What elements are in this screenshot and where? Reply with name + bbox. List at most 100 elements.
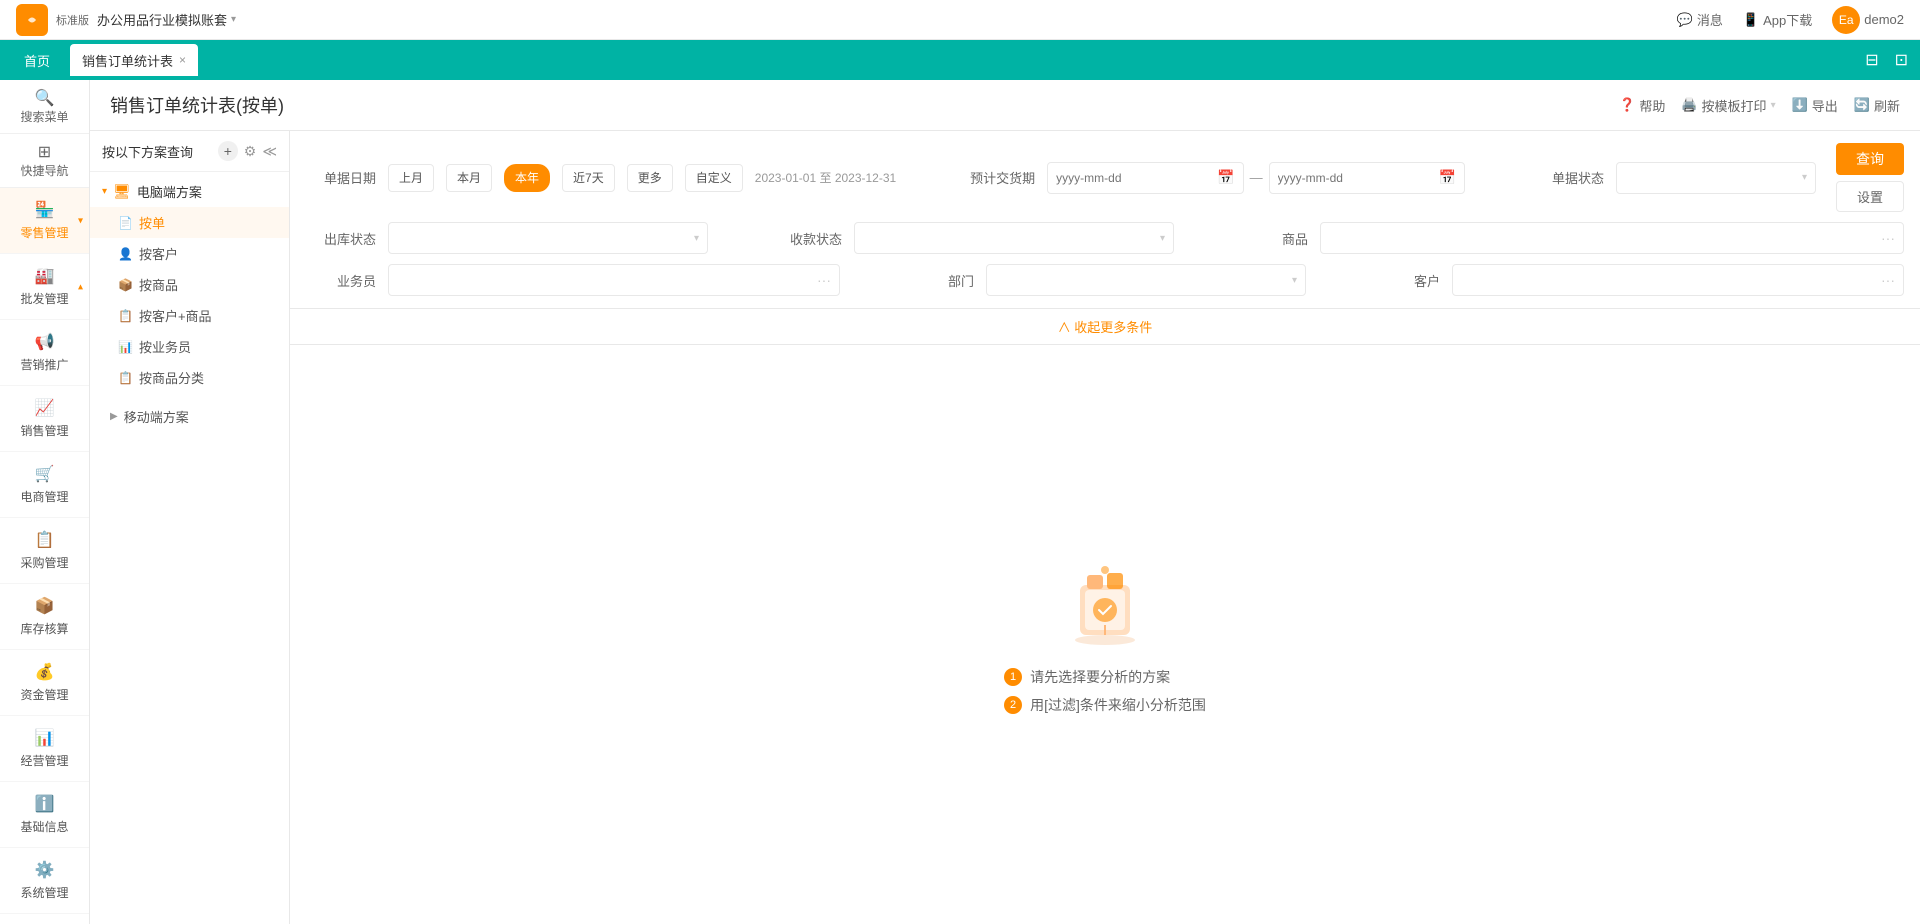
date-label: 单据日期: [306, 168, 376, 187]
payment-status-select[interactable]: ▾: [854, 222, 1174, 254]
mobile-scheme-group-header[interactable]: ▶ 移动端方案: [90, 401, 289, 432]
message-button[interactable]: 💬 消息: [1677, 10, 1723, 29]
user-profile[interactable]: Ea demo2: [1832, 6, 1904, 34]
customer-field[interactable]: ···: [1452, 264, 1904, 296]
custom-button[interactable]: 自定义: [685, 164, 743, 192]
app-selector[interactable]: 办公用品行业模拟账套 ▾: [97, 10, 236, 29]
sidebar-item-enterprise[interactable]: 🤝 企业协同: [0, 914, 89, 924]
customer-dots-icon: ···: [1881, 272, 1895, 288]
this-year-button[interactable]: 本年: [504, 164, 550, 192]
sidebar-item-purchase[interactable]: 📋 采购管理: [0, 518, 89, 584]
print-chevron-icon: ▾: [1771, 100, 1776, 111]
print-button[interactable]: 🖨️ 按模板打印 ▾: [1681, 96, 1775, 115]
scheme-item-by-goods[interactable]: 📦 按商品: [90, 269, 289, 300]
inventory-label: 库存核算: [20, 620, 68, 637]
pc-scheme-group-header[interactable]: ▾ 🖥 电脑端方案: [90, 176, 289, 207]
sidebar-item-inventory[interactable]: 📦 库存核算: [0, 584, 89, 650]
tab-sales-statistics[interactable]: 销售订单统计表 ×: [70, 44, 198, 76]
mobile-group-label: 移动端方案: [124, 407, 189, 426]
wholesale-expand-icon: ▴: [78, 281, 83, 292]
more-button[interactable]: 更多: [627, 164, 673, 192]
filter-actions: 查询 设置: [1836, 143, 1904, 212]
logo-text: 标准版: [56, 12, 89, 28]
top-bar-left: 标准版 办公用品行业模拟账套 ▾: [16, 4, 236, 36]
expected-date-end-input[interactable]: [1278, 171, 1433, 185]
payment-status-label: 收款状态: [772, 229, 842, 248]
filter-row-1: 单据日期 上月 本月 本年 近7天 更多 自定义 2023-01-01 至 20…: [306, 143, 1904, 212]
query-button[interactable]: 查询: [1836, 143, 1904, 175]
salesperson-field[interactable]: ···: [388, 264, 840, 296]
app-download-button[interactable]: 📱 App下载: [1743, 10, 1812, 29]
expected-date-end[interactable]: 📅: [1269, 162, 1465, 194]
sidebar-item-wholesale[interactable]: 🏭 批发管理 ▴: [0, 254, 89, 320]
mobile-group-arrow-icon: ▶: [110, 411, 118, 422]
sidebar-item-sales[interactable]: 📈 销售管理: [0, 386, 89, 452]
operations-label: 经营管理: [20, 752, 68, 769]
avatar-text: Ea: [1839, 13, 1854, 27]
customer-label: 客户: [1370, 271, 1440, 290]
sidebar-item-operations[interactable]: 📊 经营管理: [0, 716, 89, 782]
scheme-item-by-category[interactable]: 📋 按商品分类: [90, 362, 289, 393]
department-select[interactable]: ▾: [986, 264, 1306, 296]
seven-days-button[interactable]: 近7天: [562, 164, 615, 192]
tab-expand-icon[interactable]: ⊡: [1891, 46, 1912, 74]
settings-button[interactable]: 设置: [1836, 181, 1904, 212]
expected-date-start-input[interactable]: [1056, 171, 1211, 185]
search-label: 搜索菜单: [20, 110, 68, 124]
wholesale-label: 批发管理: [20, 290, 68, 307]
search-icon: 🔍: [8, 88, 81, 108]
scheme-item-by-customer-goods[interactable]: 📋 按客户+商品: [90, 300, 289, 331]
inventory-icon: 📦: [35, 596, 55, 616]
out-status-select[interactable]: ▾: [388, 222, 708, 254]
prev-month-button[interactable]: 上月: [388, 164, 434, 192]
scheme-item-by-salesperson[interactable]: 📊 按业务员: [90, 331, 289, 362]
mobile-scheme-group: ▶ 移动端方案: [90, 397, 289, 436]
basic-icon: ℹ️: [35, 794, 55, 814]
date-separator: —: [1250, 170, 1263, 185]
collapse-bar[interactable]: ∧ 收起更多条件: [290, 309, 1920, 345]
export-button[interactable]: ⬇️ 导出: [1792, 96, 1838, 115]
department-chevron-icon: ▾: [1292, 275, 1297, 286]
marketing-label: 营销推广: [20, 356, 68, 373]
help-button[interactable]: ❓ 帮助: [1619, 96, 1665, 115]
help-icon: ❓: [1619, 97, 1635, 113]
date-range-display: 2023-01-01 至 2023-12-31: [755, 169, 896, 186]
scheme-item-by-customer[interactable]: 👤 按客户: [90, 238, 289, 269]
sidebar-search[interactable]: 🔍 搜索菜单: [0, 80, 89, 134]
goods-dots-icon: ···: [1881, 230, 1895, 246]
by-customer-goods-icon: 📋: [118, 309, 133, 323]
scheme-item-by-order[interactable]: 📄 按单: [90, 207, 289, 238]
goods-field[interactable]: ···: [1320, 222, 1904, 254]
sidebar-item-marketing[interactable]: 📢 营销推广: [0, 320, 89, 386]
scheme-settings-icon[interactable]: ⚙: [244, 143, 257, 160]
sidebar-item-basic[interactable]: ℹ️ 基础信息: [0, 782, 89, 848]
sidebar-item-system[interactable]: ⚙️ 系统管理: [0, 848, 89, 914]
retail-label: 零售管理: [20, 224, 68, 241]
tab-minimize-icon[interactable]: ⊟: [1861, 46, 1882, 74]
sidebar-item-finance[interactable]: 💰 资金管理: [0, 650, 89, 716]
pc-group-arrow-icon: ▾: [102, 186, 107, 197]
tip-num-2: 2: [1004, 696, 1022, 714]
top-bar: 标准版 办公用品行业模拟账套 ▾ 💬 消息 📱 App下载 Ea demo2: [0, 0, 1920, 40]
message-icon: 💬: [1677, 12, 1693, 28]
this-month-button[interactable]: 本月: [446, 164, 492, 192]
scheme-add-button[interactable]: +: [218, 141, 238, 161]
expected-date-start[interactable]: 📅: [1047, 162, 1243, 194]
sidebar: 🔍 搜索菜单 ⊞ 快捷导航 🏪 零售管理 ▾ 🏭 批发管理 ▴ 📢 营销推广 📈…: [0, 80, 90, 924]
sidebar-quick-nav[interactable]: ⊞ 快捷导航: [0, 134, 89, 188]
status-label: 单据状态: [1534, 168, 1604, 187]
refresh-label: 刷新: [1874, 96, 1900, 115]
sidebar-item-ecommerce[interactable]: 🛒 电商管理: [0, 452, 89, 518]
tab-close-icon[interactable]: ×: [179, 53, 186, 67]
tip-1-text: 请先选择要分析的方案: [1030, 667, 1170, 687]
empty-illustration: [1055, 555, 1155, 655]
status-select[interactable]: ▾: [1616, 162, 1816, 194]
sidebar-item-retail[interactable]: 🏪 零售管理 ▾: [0, 188, 89, 254]
purchase-label: 采购管理: [20, 554, 68, 571]
tip-2-text: 用[过滤]条件来缩小分析范围: [1030, 695, 1206, 715]
scheme-collapse-icon[interactable]: ≪: [262, 143, 277, 160]
by-salesperson-label: 按业务员: [139, 337, 191, 356]
tab-home[interactable]: 首页: [8, 44, 66, 76]
by-goods-label: 按商品: [139, 275, 178, 294]
refresh-button[interactable]: 🔄 刷新: [1854, 96, 1900, 115]
